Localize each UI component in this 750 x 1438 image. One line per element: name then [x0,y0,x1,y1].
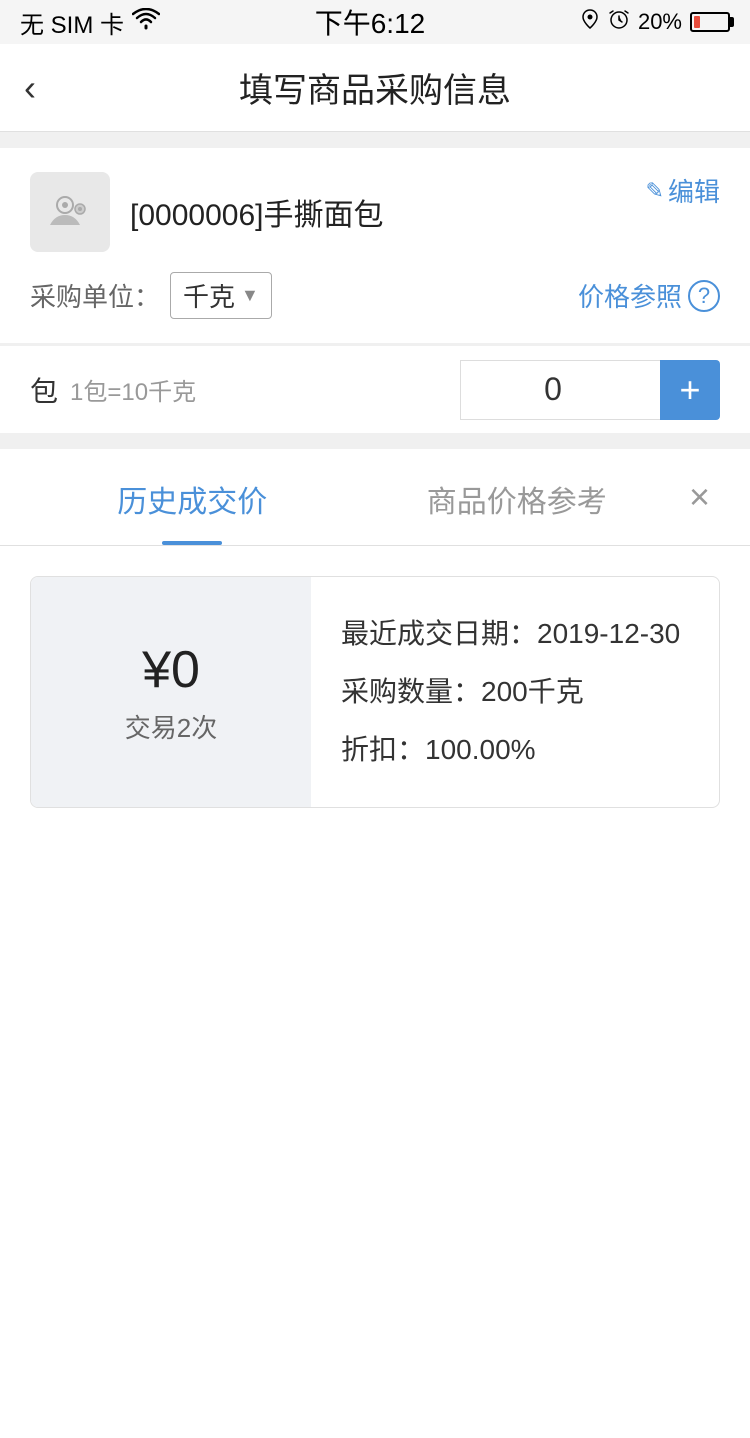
quantity-right: + [460,360,720,420]
quantity-left: 包 1包=10千克 [30,370,196,410]
price-amount: ¥0 [142,640,200,700]
empty-content-area [0,838,750,1438]
discount-row: 折扣：100.00% [341,729,689,771]
battery-percent: 20% [638,9,682,35]
status-left: 无 SIM 卡 [20,5,160,40]
chevron-down-icon: ▼ [241,285,259,306]
bag-label: 包 [30,370,58,410]
discount-value: 100.00% [425,734,536,765]
edit-icon: ✎ [646,178,664,204]
product-name: [0000006]手撕面包 [130,190,383,234]
quantity-input[interactable] [460,360,660,420]
help-icon: ? [688,280,720,312]
product-section: [0000006]手撕面包 ✎ 编辑 采购单位： 千克 ▼ 价格参照 ? [0,148,750,343]
price-transactions: 交易2次 [125,708,217,745]
discount-label: 折扣： [341,734,425,765]
history-price-content: ¥0 交易2次 最近成交日期：2019-12-30 采购数量：200千克 折扣：… [0,546,750,838]
recent-date-label: 最近成交日期： [341,618,537,649]
yen-symbol: ¥ [142,641,171,699]
tabs-header: 历史成交价 商品价格参考 × [0,449,750,546]
purchase-qty-label: 采购数量： [341,676,481,707]
recent-date-row: 最近成交日期：2019-12-30 [341,613,689,655]
close-icon[interactable]: × [679,459,720,535]
price-card-left: ¥0 交易2次 [31,577,311,807]
unit-selector-group: 采购单位： 千克 ▼ [30,272,272,319]
tabs-section: 历史成交价 商品价格参考 × ¥0 交易2次 最近成交日期：2019-12-30… [0,449,750,838]
page-title: 填写商品采购信息 [239,63,511,112]
price-ref-label: 价格参照 [578,277,682,314]
carrier-text: 无 SIM 卡 [20,5,124,40]
status-right: 20% [580,8,730,36]
bag-unit-text: 1包=10千克 [70,372,196,407]
battery-indicator [690,12,730,32]
product-left: [0000006]手撕面包 [30,172,383,252]
price-card-right: 最近成交日期：2019-12-30 采购数量：200千克 折扣：100.00% [311,577,719,807]
product-unit-row: 采购单位： 千克 ▼ 价格参照 ? [30,272,720,319]
quantity-section: 包 1包=10千克 + [0,345,750,433]
alarm-icon [608,8,630,36]
product-thumbnail [30,172,110,252]
tab-history-price[interactable]: 历史成交价 [30,449,354,545]
quantity-plus-button[interactable]: + [660,360,720,420]
edit-label: 编辑 [668,172,720,209]
back-button[interactable]: ‹ [24,67,36,109]
price-card: ¥0 交易2次 最近成交日期：2019-12-30 采购数量：200千克 折扣：… [30,576,720,808]
price-reference-button[interactable]: 价格参照 ? [578,277,720,314]
nav-bar: ‹ 填写商品采购信息 [0,44,750,132]
product-header: [0000006]手撕面包 ✎ 编辑 [30,172,720,252]
tab-price-reference[interactable]: 商品价格参考 [354,449,678,545]
unit-select[interactable]: 千克 ▼ [170,272,272,319]
status-time: 下午6:12 [315,2,426,42]
location-icon [580,8,600,36]
unit-label: 采购单位： [30,277,160,314]
wifi-icon [132,8,160,37]
purchase-qty-value: 200千克 [481,676,584,707]
price-zero: 0 [171,641,200,699]
status-bar: 无 SIM 卡 下午6:12 20% [0,0,750,44]
edit-button[interactable]: ✎ 编辑 [646,172,720,209]
recent-date-value: 2019-12-30 [537,618,680,649]
purchase-qty-row: 采购数量：200千克 [341,671,689,713]
unit-value: 千克 [183,277,235,314]
